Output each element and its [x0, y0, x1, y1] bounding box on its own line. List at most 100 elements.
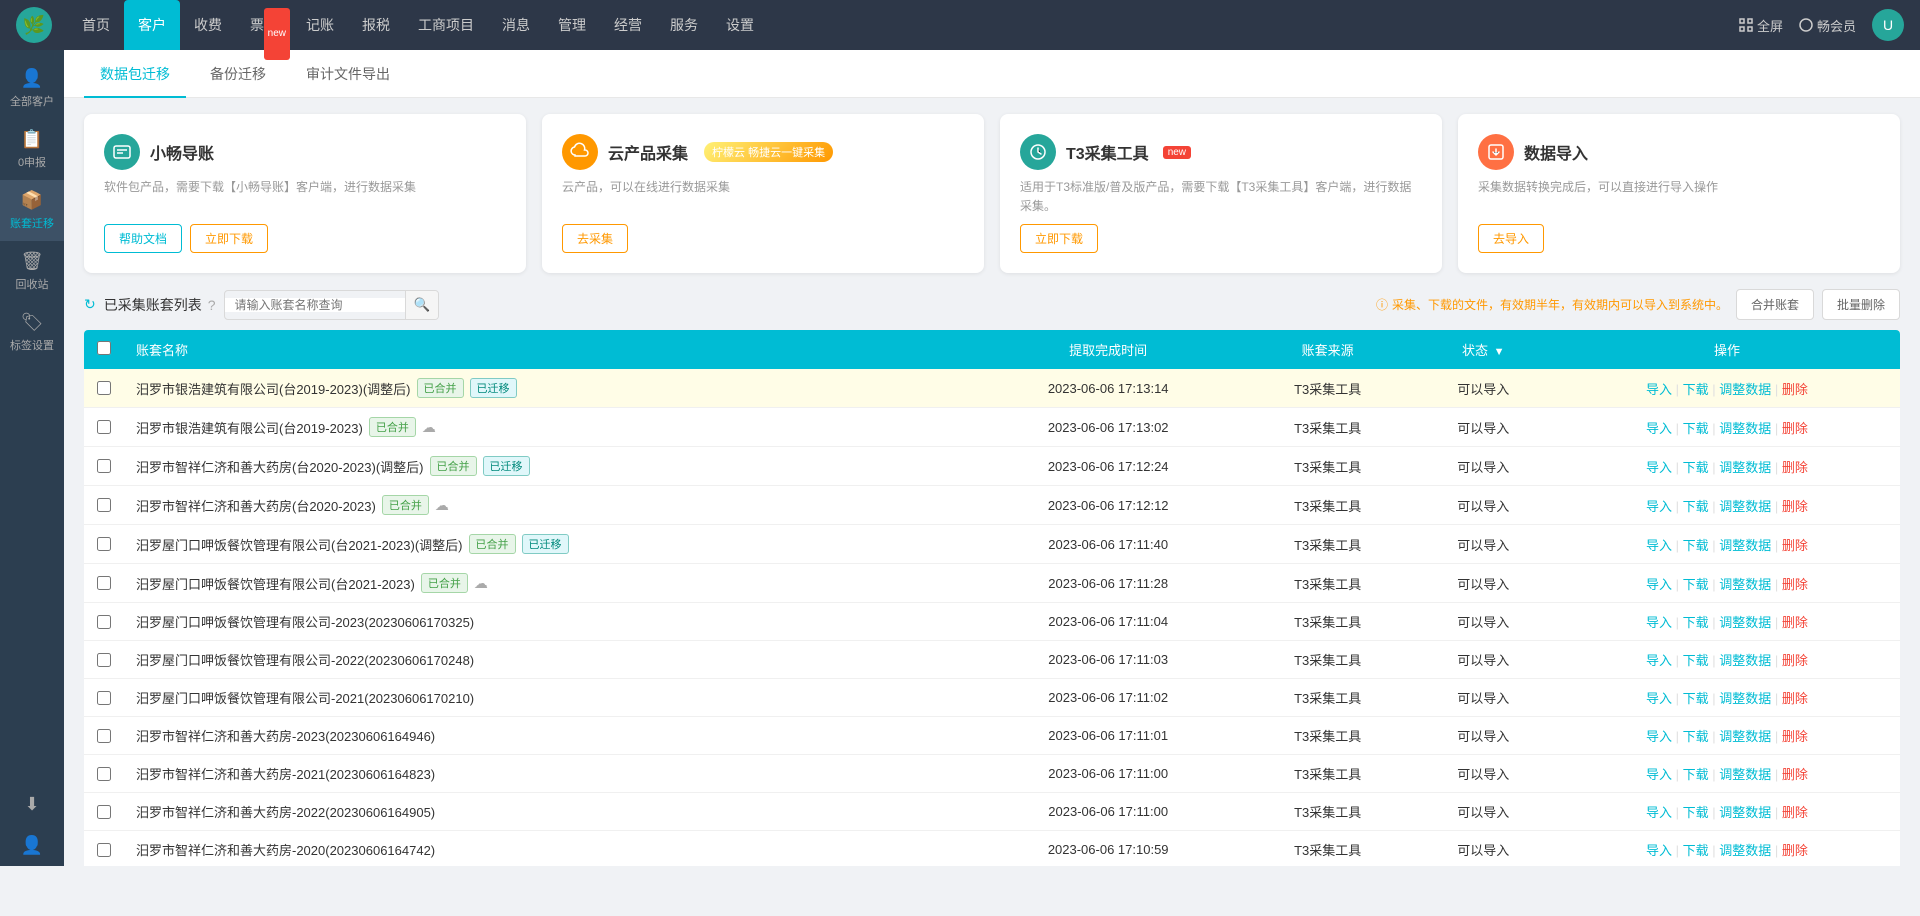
t3-download-button[interactable]: 立即下载 [1020, 224, 1098, 253]
sidebar-item-all-clients[interactable]: 👤 全部客户 [0, 58, 64, 119]
adjust-data-link[interactable]: 调整数据 [1719, 460, 1771, 475]
delete-link[interactable]: 删除 [1782, 615, 1808, 630]
delete-link[interactable]: 删除 [1782, 691, 1808, 706]
download-link[interactable]: 下载 [1683, 615, 1709, 630]
nav-client[interactable]: 客户 [124, 0, 180, 50]
import-link[interactable]: 导入 [1646, 499, 1672, 514]
nav-home[interactable]: 首页 [68, 0, 124, 50]
adjust-data-link[interactable]: 调整数据 [1719, 767, 1771, 782]
import-link[interactable]: 导入 [1646, 767, 1672, 782]
tab-audit-export[interactable]: 审计文件导出 [290, 50, 406, 98]
download-link[interactable]: 下载 [1683, 767, 1709, 782]
download-link[interactable]: 下载 [1683, 382, 1709, 397]
delete-link[interactable]: 删除 [1782, 653, 1808, 668]
nav-account[interactable]: 记账 [292, 0, 348, 50]
row-checkbox[interactable] [97, 498, 111, 512]
adjust-data-link[interactable]: 调整数据 [1719, 382, 1771, 397]
search-input[interactable] [225, 298, 405, 312]
adjust-data-link[interactable]: 调整数据 [1719, 577, 1771, 592]
sidebar-item-account-transfer[interactable]: 📦 账套迁移 [0, 180, 64, 241]
sidebar-item-download[interactable]: ⬇ [0, 784, 64, 825]
merge-account-button[interactable]: 合并账套 [1736, 289, 1814, 320]
delete-link[interactable]: 删除 [1782, 729, 1808, 744]
download-now-button[interactable]: 立即下载 [190, 224, 268, 253]
help-icon[interactable]: ? [208, 297, 216, 313]
nav-operation[interactable]: 经营 [600, 0, 656, 50]
delete-link[interactable]: 删除 [1782, 460, 1808, 475]
row-checkbox[interactable] [97, 729, 111, 743]
import-link[interactable]: 导入 [1646, 691, 1672, 706]
member-btn[interactable]: 畅会员 [1799, 16, 1856, 35]
nav-tax[interactable]: 报税 [348, 0, 404, 50]
nav-message[interactable]: 消息 [488, 0, 544, 50]
select-all-checkbox[interactable] [97, 341, 111, 355]
adjust-data-link[interactable]: 调整数据 [1719, 805, 1771, 820]
delete-link[interactable]: 删除 [1782, 577, 1808, 592]
nav-charge[interactable]: 收费 [180, 0, 236, 50]
download-link[interactable]: 下载 [1683, 843, 1709, 858]
fullscreen-btn[interactable]: 全屏 [1739, 16, 1783, 35]
delete-link[interactable]: 删除 [1782, 767, 1808, 782]
delete-link[interactable]: 删除 [1782, 421, 1808, 436]
nav-service[interactable]: 服务 [656, 0, 712, 50]
go-import-button[interactable]: 去导入 [1478, 224, 1544, 253]
sidebar-item-user[interactable]: 👤 [0, 825, 64, 866]
delete-link[interactable]: 删除 [1782, 499, 1808, 514]
adjust-data-link[interactable]: 调整数据 [1719, 421, 1771, 436]
import-link[interactable]: 导入 [1646, 460, 1672, 475]
nav-invoice[interactable]: 票据 new [236, 0, 292, 50]
adjust-data-link[interactable]: 调整数据 [1719, 843, 1771, 858]
delete-link[interactable]: 删除 [1782, 805, 1808, 820]
download-link[interactable]: 下载 [1683, 691, 1709, 706]
import-link[interactable]: 导入 [1646, 653, 1672, 668]
row-checkbox[interactable] [97, 805, 111, 819]
tab-data-migration[interactable]: 数据包迁移 [84, 50, 186, 98]
row-checkbox[interactable] [97, 615, 111, 629]
nav-settings[interactable]: 设置 [712, 0, 768, 50]
help-doc-button[interactable]: 帮助文档 [104, 224, 182, 253]
nav-manage[interactable]: 管理 [544, 0, 600, 50]
row-checkbox[interactable] [97, 767, 111, 781]
import-link[interactable]: 导入 [1646, 843, 1672, 858]
row-checkbox[interactable] [97, 691, 111, 705]
import-link[interactable]: 导入 [1646, 615, 1672, 630]
adjust-data-link[interactable]: 调整数据 [1719, 729, 1771, 744]
import-link[interactable]: 导入 [1646, 421, 1672, 436]
row-checkbox[interactable] [97, 843, 111, 857]
download-link[interactable]: 下载 [1683, 460, 1709, 475]
delete-link[interactable]: 删除 [1782, 538, 1808, 553]
batch-delete-button[interactable]: 批量删除 [1822, 289, 1900, 320]
row-checkbox[interactable] [97, 653, 111, 667]
import-link[interactable]: 导入 [1646, 382, 1672, 397]
adjust-data-link[interactable]: 调整数据 [1719, 499, 1771, 514]
adjust-data-link[interactable]: 调整数据 [1719, 691, 1771, 706]
import-link[interactable]: 导入 [1646, 538, 1672, 553]
import-link[interactable]: 导入 [1646, 577, 1672, 592]
delete-link[interactable]: 删除 [1782, 843, 1808, 858]
user-avatar[interactable]: U [1872, 9, 1904, 41]
adjust-data-link[interactable]: 调整数据 [1719, 653, 1771, 668]
import-link[interactable]: 导入 [1646, 729, 1672, 744]
row-checkbox[interactable] [97, 537, 111, 551]
row-checkbox[interactable] [97, 576, 111, 590]
download-link[interactable]: 下载 [1683, 499, 1709, 514]
app-logo[interactable]: 🌿 [16, 7, 52, 43]
download-link[interactable]: 下载 [1683, 577, 1709, 592]
download-link[interactable]: 下载 [1683, 805, 1709, 820]
go-collect-button[interactable]: 去采集 [562, 224, 628, 253]
row-checkbox[interactable] [97, 381, 111, 395]
download-link[interactable]: 下载 [1683, 653, 1709, 668]
sidebar-item-zero-report[interactable]: 📋 0申报 [0, 119, 64, 180]
sidebar-item-recycle[interactable]: 🗑 回收站 [0, 241, 64, 302]
download-link[interactable]: 下载 [1683, 421, 1709, 436]
refresh-icon[interactable]: ↻ [84, 296, 96, 313]
adjust-data-link[interactable]: 调整数据 [1719, 615, 1771, 630]
nav-business[interactable]: 工商项目 [404, 0, 488, 50]
search-button[interactable]: 🔍 [405, 291, 439, 319]
download-link[interactable]: 下载 [1683, 729, 1709, 744]
row-checkbox[interactable] [97, 420, 111, 434]
delete-link[interactable]: 删除 [1782, 382, 1808, 397]
import-link[interactable]: 导入 [1646, 805, 1672, 820]
sidebar-item-tag-settings[interactable]: 🏷 标签设置 [0, 302, 64, 363]
row-checkbox[interactable] [97, 459, 111, 473]
